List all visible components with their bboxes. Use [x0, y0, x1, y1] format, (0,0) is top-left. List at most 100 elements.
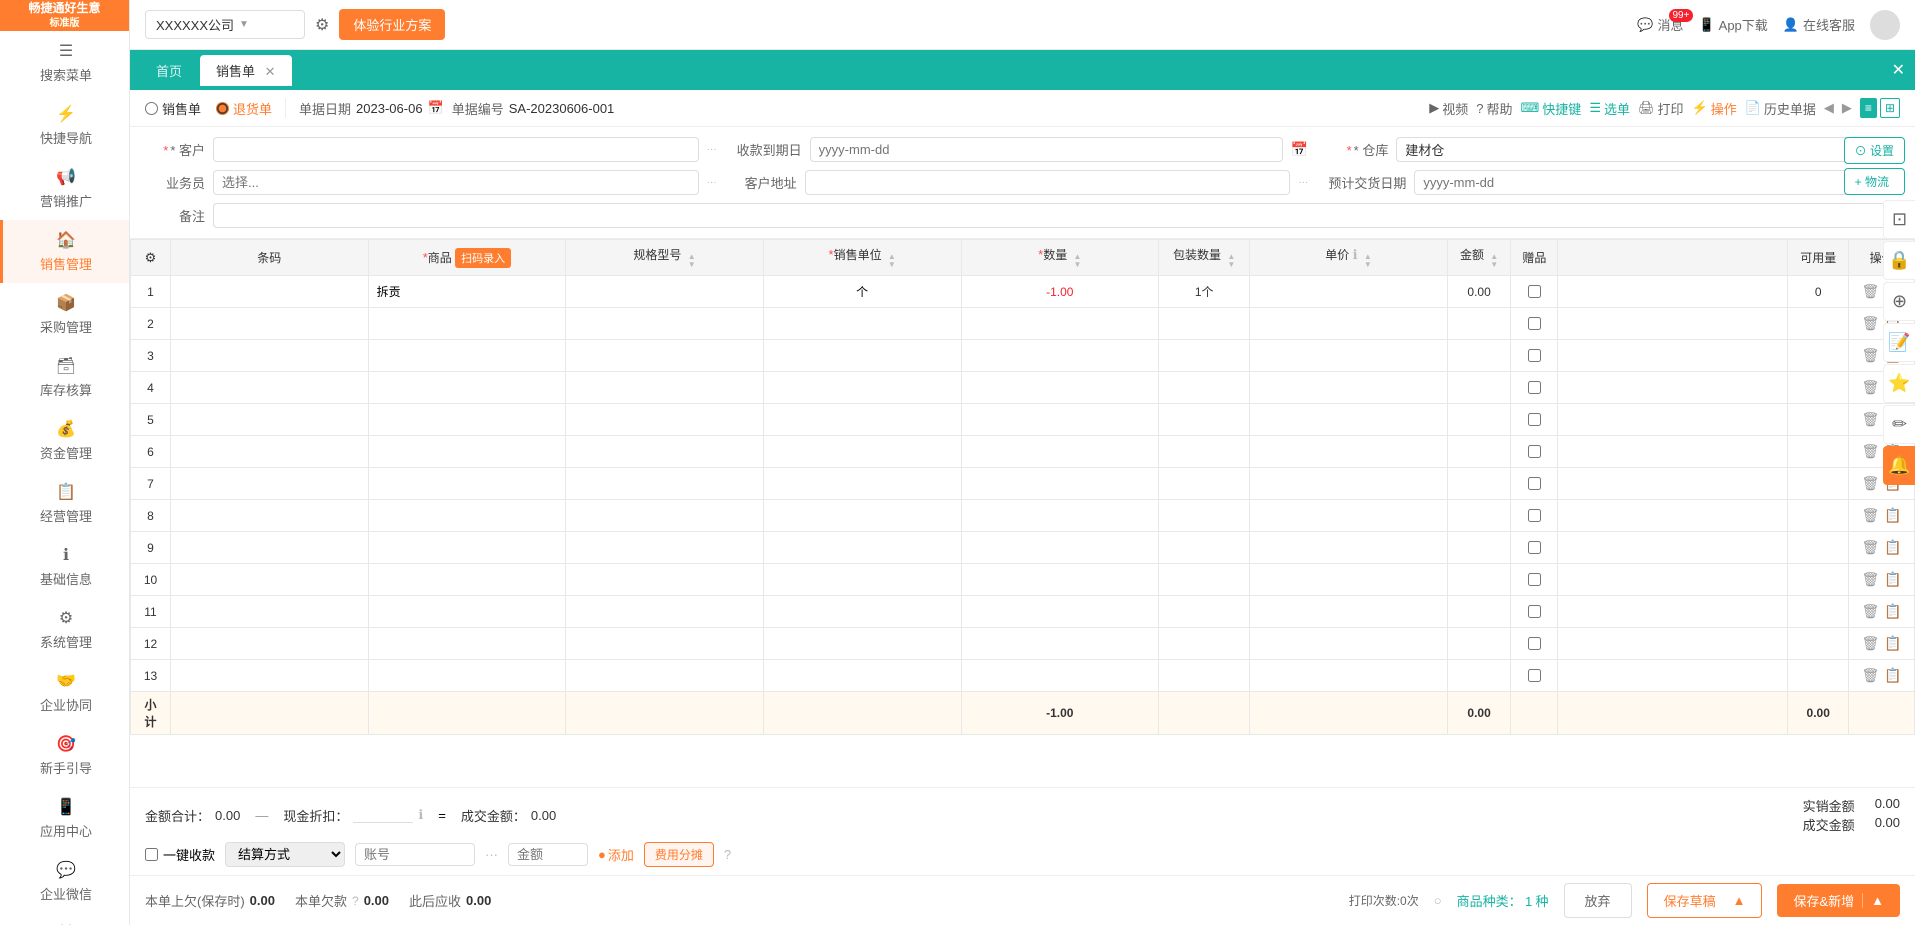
sidebar-item-new-guide[interactable]: 🎯 新手引导 — [0, 724, 129, 787]
row-quantity[interactable] — [961, 436, 1159, 468]
print-btn[interactable]: 🖨 打印 — [1638, 99, 1684, 118]
row-price[interactable] — [1250, 372, 1448, 404]
row-spec[interactable] — [566, 340, 764, 372]
row-delete-icon[interactable]: 🗑 — [1861, 411, 1879, 428]
radio-sales-order[interactable]: 销售单 — [145, 99, 201, 118]
row-copy-icon[interactable]: 📋 — [1884, 571, 1901, 588]
row-barcode[interactable] — [171, 628, 369, 660]
product-type-info[interactable]: 商品种类： 1 种 — [1457, 891, 1549, 910]
row-delete-icon[interactable]: 🗑 — [1861, 603, 1879, 620]
scan-btn[interactable]: 扫码录入 — [455, 248, 511, 268]
right-tool-3[interactable]: ⊕ — [1883, 282, 1915, 321]
row-spec[interactable] — [566, 404, 764, 436]
nav-next-icon[interactable]: ▶ — [1842, 100, 1852, 116]
row-spec[interactable] — [566, 596, 764, 628]
row-product[interactable] — [368, 660, 566, 692]
right-tool-5[interactable]: ⭐ — [1883, 364, 1915, 403]
row-barcode[interactable] — [171, 500, 369, 532]
sidebar-item-search-order[interactable]: ☰ 搜索菜单 — [0, 31, 129, 94]
row-product[interactable] — [368, 532, 566, 564]
settlement-method-select[interactable]: 结算方式 — [225, 842, 345, 867]
expected-date-input[interactable] — [1414, 170, 1874, 195]
due-date-input[interactable] — [810, 137, 1283, 162]
tab-close-icon[interactable]: ✕ — [265, 64, 276, 79]
row-quantity[interactable] — [961, 340, 1159, 372]
row-notes[interactable] — [1558, 372, 1788, 404]
discount-info-icon[interactable]: ℹ — [418, 807, 423, 823]
row-barcode[interactable] — [171, 372, 369, 404]
row-price[interactable] — [1250, 340, 1448, 372]
row-delete-icon[interactable]: 🗑 — [1861, 443, 1879, 460]
row-barcode[interactable] — [171, 276, 369, 308]
remarks-input[interactable] — [213, 203, 1900, 228]
sidebar-item-sales-mgmt[interactable]: 🏠 销售管理 — [0, 220, 129, 283]
row-gift[interactable] — [1511, 564, 1558, 596]
row-quantity[interactable] — [961, 660, 1159, 692]
tab-sales-order[interactable]: 销售单 ✕ — [200, 55, 292, 86]
row-gift[interactable] — [1511, 532, 1558, 564]
select-order-btn[interactable]: ☰ 选单 — [1589, 99, 1630, 118]
sidebar-item-marketing[interactable]: 📢 营销推广 — [0, 157, 129, 220]
row-barcode[interactable] — [171, 308, 369, 340]
sidebar-item-sys-mgmt[interactable]: ⚙ 系统管理 — [0, 598, 129, 661]
row-quantity[interactable] — [961, 404, 1159, 436]
row-unit[interactable] — [763, 532, 961, 564]
row-price[interactable] — [1250, 308, 1448, 340]
due-date-calendar-icon[interactable]: 📅 — [1291, 141, 1308, 158]
row-spec[interactable] — [566, 564, 764, 596]
account-more-icon[interactable]: ··· — [485, 847, 498, 862]
message-button[interactable]: 💬 消息 99+ — [1637, 15, 1683, 34]
nav-prev-icon[interactable]: ◀ — [1824, 100, 1834, 116]
row-unit[interactable] — [763, 468, 961, 500]
row-copy-icon[interactable]: 📋 — [1884, 603, 1901, 620]
row-unit[interactable] — [763, 276, 961, 308]
right-tool-4[interactable]: 📝 — [1883, 323, 1915, 362]
row-product[interactable] — [368, 340, 566, 372]
row-copy-icon[interactable]: 📋 — [1884, 539, 1901, 556]
save-new-arrow-icon[interactable]: ▲ — [1862, 893, 1884, 908]
save-draft-arrow-icon[interactable]: ▲ — [1724, 893, 1746, 908]
right-tool-1[interactable]: ⊡ — [1883, 200, 1915, 239]
doc-owed-help-icon[interactable]: ? — [352, 894, 359, 908]
row-product[interactable] — [368, 628, 566, 660]
customer-addr-more-icon[interactable]: ··· — [1298, 177, 1308, 188]
row-notes[interactable] — [1558, 340, 1788, 372]
customer-more-icon[interactable]: ··· — [707, 144, 717, 155]
grid-layout-icon[interactable]: ⊞ — [1880, 98, 1900, 118]
row-gift[interactable] — [1511, 500, 1558, 532]
row-copy-icon[interactable]: 📋 — [1884, 507, 1901, 524]
row-quantity[interactable] — [961, 468, 1159, 500]
row-notes[interactable] — [1558, 404, 1788, 436]
sidebar-item-basic-info[interactable]: ℹ 基础信息 — [0, 535, 129, 598]
settings-gear-button[interactable]: ⚙ — [315, 15, 329, 35]
help-btn[interactable]: ? 帮助 — [1476, 99, 1512, 118]
sidebar-item-purchase-mgmt[interactable]: 📦 采购管理 — [0, 283, 129, 346]
row-price[interactable] — [1250, 468, 1448, 500]
account-input[interactable] — [355, 843, 475, 866]
row-notes[interactable] — [1558, 628, 1788, 660]
row-spec[interactable] — [566, 276, 764, 308]
abandon-button[interactable]: 放弃 — [1564, 883, 1632, 918]
right-tool-6[interactable]: ✏ — [1883, 405, 1915, 444]
row-product[interactable] — [368, 436, 566, 468]
row-barcode[interactable] — [171, 436, 369, 468]
tab-home[interactable]: 首页 — [140, 55, 198, 86]
row-gift[interactable] — [1511, 308, 1558, 340]
row-quantity[interactable] — [961, 308, 1159, 340]
save-draft-button[interactable]: 保存草稿 ▲ — [1647, 883, 1763, 918]
row-quantity[interactable] — [961, 500, 1159, 532]
tab-close-all[interactable]: ✕ — [1892, 60, 1905, 80]
row-product[interactable] — [368, 468, 566, 500]
row-gift[interactable] — [1511, 660, 1558, 692]
discount-input[interactable] — [353, 807, 413, 823]
salesperson-input[interactable] — [213, 170, 699, 195]
row-gift[interactable] — [1511, 436, 1558, 468]
history-btn[interactable]: 📄 历史单据 — [1745, 99, 1816, 118]
sidebar-item-quick-nav[interactable]: ⚡ 快捷导航 — [0, 94, 129, 157]
row-notes[interactable] — [1558, 660, 1788, 692]
row-copy-icon[interactable]: 📋 — [1884, 635, 1901, 652]
row-notes[interactable] — [1558, 276, 1788, 308]
right-tool-2[interactable]: 🔒 — [1883, 241, 1915, 280]
row-delete-icon[interactable]: 🗑 — [1861, 539, 1879, 556]
row-quantity[interactable] — [961, 532, 1159, 564]
